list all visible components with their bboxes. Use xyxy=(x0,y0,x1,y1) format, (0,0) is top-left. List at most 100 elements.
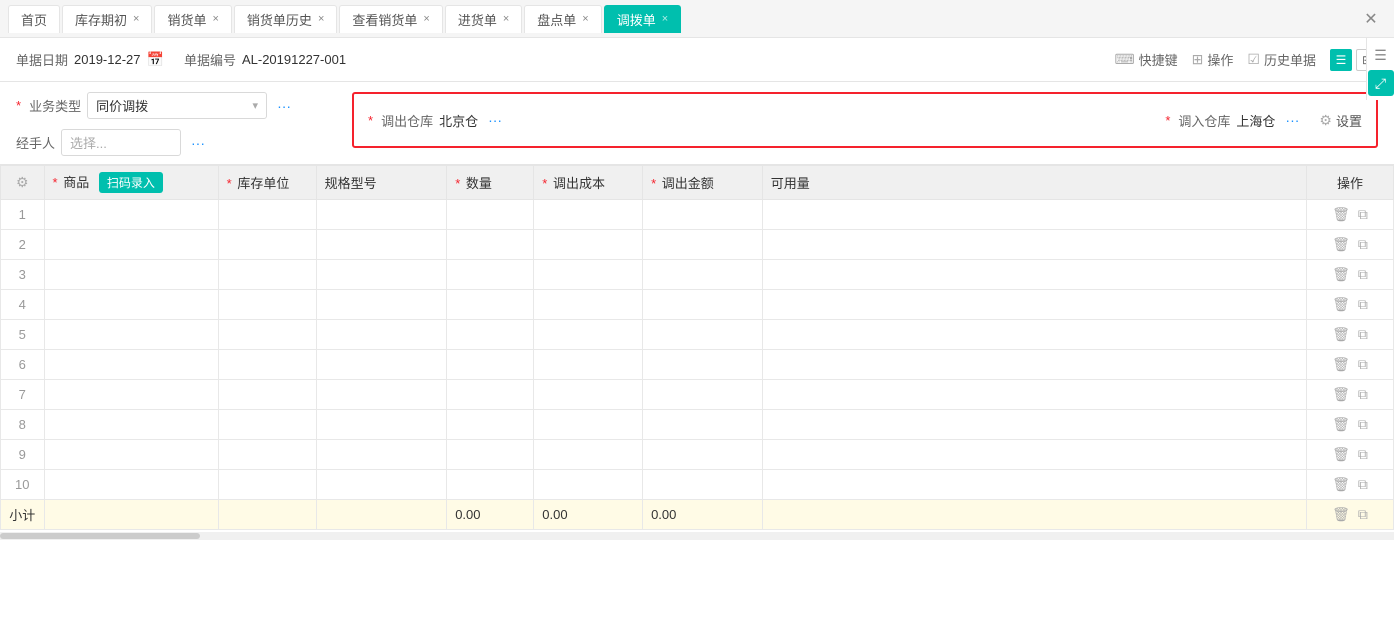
row-unit[interactable] xyxy=(218,470,316,500)
row-amount[interactable] xyxy=(643,260,763,290)
tab-close-inventory-init[interactable]: × xyxy=(133,14,139,25)
row-product[interactable] xyxy=(44,440,218,470)
row-qty[interactable] xyxy=(447,380,534,410)
row-copy-icon[interactable]: ⧉ xyxy=(1358,446,1368,463)
horizontal-scrollbar[interactable] xyxy=(0,532,1394,540)
row-amount[interactable] xyxy=(643,470,763,500)
row-delete-icon[interactable]: 🗑 xyxy=(1332,236,1350,253)
row-spec[interactable] xyxy=(316,470,447,500)
row-cost[interactable] xyxy=(534,200,643,230)
row-unit[interactable] xyxy=(218,230,316,260)
row-qty[interactable] xyxy=(447,410,534,440)
th-gear[interactable]: ⚙ xyxy=(1,166,45,200)
tab-sales-order[interactable]: 销货单 × xyxy=(154,5,231,33)
row-cost[interactable] xyxy=(534,440,643,470)
transfer-in-more-icon[interactable]: ··· xyxy=(1285,112,1299,128)
row-copy-icon[interactable]: ⧉ xyxy=(1358,386,1368,403)
row-copy-icon[interactable]: ⧉ xyxy=(1358,236,1368,253)
row-unit[interactable] xyxy=(218,410,316,440)
table-settings-icon[interactable]: ⚙ xyxy=(16,174,29,191)
tab-inventory-init[interactable]: 库存期初 × xyxy=(62,5,152,33)
right-panel-expand-btn[interactable]: ⤢ xyxy=(1368,70,1394,96)
tab-sales-history[interactable]: 销货单历史 × xyxy=(234,5,337,33)
tab-close-sales-history[interactable]: × xyxy=(318,14,324,25)
row-spec[interactable] xyxy=(316,320,447,350)
row-cost[interactable] xyxy=(534,230,643,260)
shortcut-button[interactable]: ⌨ 快捷键 xyxy=(1114,50,1177,69)
row-spec[interactable] xyxy=(316,350,447,380)
row-spec[interactable] xyxy=(316,200,447,230)
row-unit[interactable] xyxy=(218,320,316,350)
row-unit[interactable] xyxy=(218,290,316,320)
row-product[interactable] xyxy=(44,410,218,440)
subtotal-copy-icon[interactable]: ⧉ xyxy=(1358,506,1368,523)
row-copy-icon[interactable]: ⧉ xyxy=(1358,416,1368,433)
tab-transfer-order[interactable]: 调拨单 × xyxy=(604,5,681,33)
row-product[interactable] xyxy=(44,200,218,230)
row-delete-icon[interactable]: 🗑 xyxy=(1332,416,1350,433)
right-panel-list-btn[interactable]: ☰ xyxy=(1368,42,1394,68)
row-amount[interactable] xyxy=(643,230,763,260)
subtotal-delete-icon[interactable]: 🗑 xyxy=(1332,506,1350,523)
row-spec[interactable] xyxy=(316,380,447,410)
row-amount[interactable] xyxy=(643,200,763,230)
window-close-button[interactable]: ✕ xyxy=(1356,4,1386,34)
row-qty[interactable] xyxy=(447,230,534,260)
row-delete-icon[interactable]: 🗑 xyxy=(1332,296,1350,313)
row-copy-icon[interactable]: ⧉ xyxy=(1358,206,1368,223)
row-delete-icon[interactable]: 🗑 xyxy=(1332,206,1350,223)
row-amount[interactable] xyxy=(643,320,763,350)
row-unit[interactable] xyxy=(218,350,316,380)
row-product[interactable] xyxy=(44,380,218,410)
row-delete-icon[interactable]: 🗑 xyxy=(1332,476,1350,493)
tab-view-sales[interactable]: 查看销货单 × xyxy=(339,5,442,33)
person-more-icon[interactable]: ··· xyxy=(191,135,205,151)
tab-close-transfer-order[interactable]: × xyxy=(662,14,668,25)
row-qty[interactable] xyxy=(447,440,534,470)
row-qty[interactable] xyxy=(447,350,534,380)
row-spec[interactable] xyxy=(316,410,447,440)
row-product[interactable] xyxy=(44,230,218,260)
row-product[interactable] xyxy=(44,470,218,500)
row-spec[interactable] xyxy=(316,290,447,320)
tab-close-sales-order[interactable]: × xyxy=(212,14,218,25)
row-qty[interactable] xyxy=(447,260,534,290)
row-copy-icon[interactable]: ⧉ xyxy=(1358,476,1368,493)
row-unit[interactable] xyxy=(218,380,316,410)
row-cost[interactable] xyxy=(534,320,643,350)
operation-button[interactable]: ⊞ 操作 xyxy=(1192,50,1234,69)
row-delete-icon[interactable]: 🗑 xyxy=(1332,446,1350,463)
row-product[interactable] xyxy=(44,320,218,350)
row-cost[interactable] xyxy=(534,380,643,410)
tab-close-view-sales[interactable]: × xyxy=(423,14,429,25)
row-amount[interactable] xyxy=(643,440,763,470)
row-spec[interactable] xyxy=(316,260,447,290)
row-spec[interactable] xyxy=(316,230,447,260)
row-cost[interactable] xyxy=(534,290,643,320)
row-delete-icon[interactable]: 🗑 xyxy=(1332,356,1350,373)
row-product[interactable] xyxy=(44,260,218,290)
row-cost[interactable] xyxy=(534,260,643,290)
row-qty[interactable] xyxy=(447,290,534,320)
tab-close-purchase-order[interactable]: × xyxy=(503,14,509,25)
tab-stocktake[interactable]: 盘点单 × xyxy=(524,5,601,33)
row-delete-icon[interactable]: 🗑 xyxy=(1332,266,1350,283)
scan-button[interactable]: 扫码录入 xyxy=(99,172,163,193)
row-amount[interactable] xyxy=(643,380,763,410)
view-list-button[interactable]: ☰ xyxy=(1330,49,1352,71)
row-product[interactable] xyxy=(44,290,218,320)
row-cost[interactable] xyxy=(534,470,643,500)
tab-home[interactable]: 首页 xyxy=(8,5,60,33)
row-delete-icon[interactable]: 🗑 xyxy=(1332,326,1350,343)
settings-button[interactable]: ⚙ 设置 xyxy=(1319,111,1362,130)
transfer-out-more-icon[interactable]: ··· xyxy=(488,112,502,128)
biz-type-select[interactable]: 同价调拨 ▾ xyxy=(87,92,267,119)
row-unit[interactable] xyxy=(218,200,316,230)
scroll-thumb[interactable] xyxy=(0,533,200,539)
row-unit[interactable] xyxy=(218,440,316,470)
calendar-icon[interactable]: 📅 xyxy=(147,51,164,68)
row-spec[interactable] xyxy=(316,440,447,470)
row-qty[interactable] xyxy=(447,200,534,230)
row-copy-icon[interactable]: ⧉ xyxy=(1358,356,1368,373)
row-product[interactable] xyxy=(44,350,218,380)
